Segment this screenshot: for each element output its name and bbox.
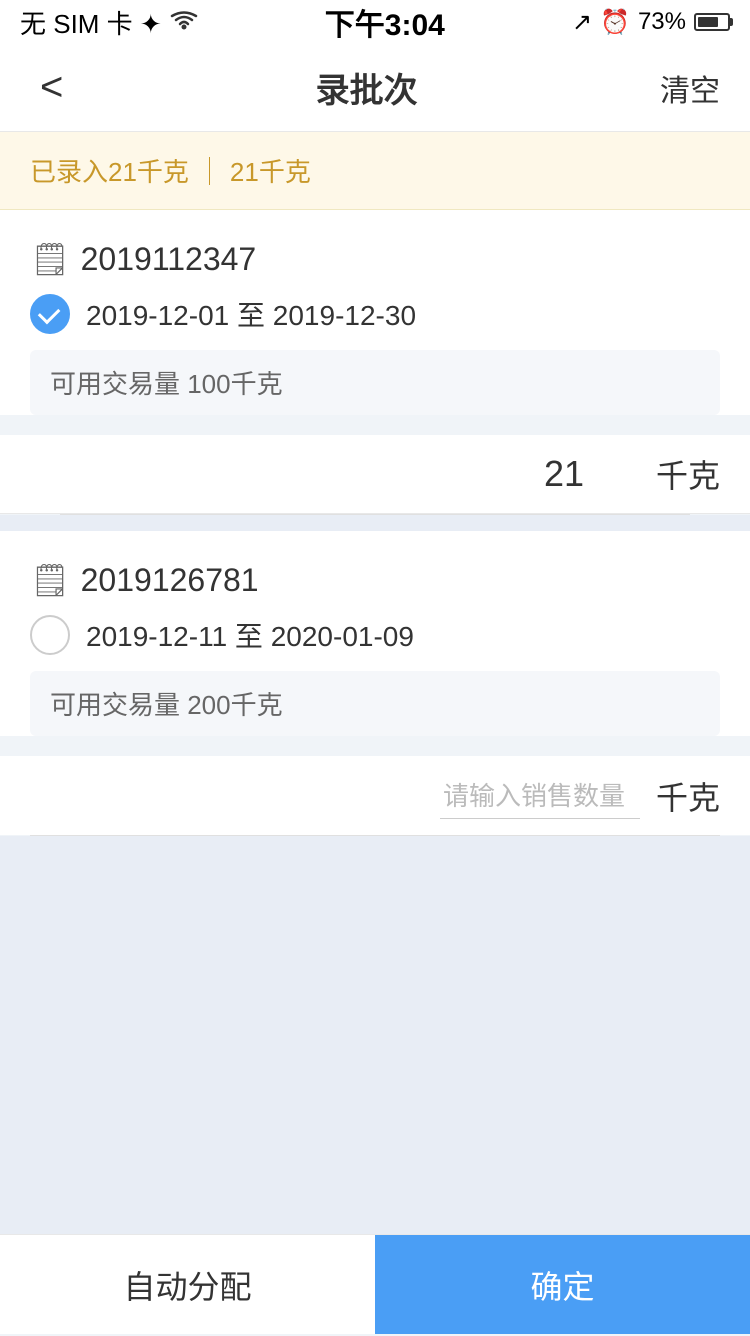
batch-1-date: 2019-12-01 至 2019-12-30 [86, 294, 416, 334]
batch-1-unit: 千克 [656, 451, 720, 497]
batch-2-header: 🗒 2019126781 [30, 561, 720, 599]
batch-1-quantity-row: 21 千克 [0, 435, 750, 514]
empty-area [0, 836, 750, 1236]
section-divider [0, 515, 750, 531]
battery-text: 73% [638, 8, 686, 36]
batch-2-radio[interactable] [30, 615, 70, 655]
batch-item-2: 🗒 2019126781 2019-12-11 至 2020-01-09 可用交… [0, 531, 750, 736]
doc-icon-2: 🗒 [30, 561, 71, 599]
batch-2-unit: 千克 [656, 773, 720, 819]
alarm-icon: ⏰ [600, 8, 630, 37]
batch-1-quantity-value: 21 [544, 453, 584, 495]
batch-2-available: 可用交易量 200千克 [30, 671, 720, 736]
page-title: 录批次 [316, 63, 418, 112]
batch-1-id: 2019112347 [81, 241, 257, 278]
summary-divider [209, 157, 210, 185]
batch-2-date-row: 2019-12-11 至 2020-01-09 [30, 615, 720, 655]
status-time: 下午3:04 [325, 0, 445, 44]
batch-1-radio[interactable] [30, 294, 70, 334]
status-bar: 无 SIM 卡 ✦ 下午3:04 ↗ ⏰ 73% [0, 0, 750, 44]
back-button[interactable]: < [30, 55, 73, 120]
batch-2-quantity-input[interactable] [440, 772, 640, 819]
auto-distribute-button[interactable]: 自动分配 [0, 1235, 375, 1334]
bottom-bar: 自动分配 确定 [0, 1234, 750, 1334]
battery-icon [694, 13, 730, 31]
batch-item-1: 🗒 2019112347 2019-12-01 至 2019-12-30 可用交… [0, 210, 750, 415]
summary-bar: 已录入21千克 21千克 [0, 132, 750, 210]
location-icon: ↗ [572, 8, 592, 37]
doc-icon-1: 🗒 [30, 240, 71, 278]
summary-value: 21千克 [230, 152, 311, 189]
no-sim-text: 无 SIM 卡 ✦ [20, 4, 162, 41]
batch-1-date-row: 2019-12-01 至 2019-12-30 [30, 294, 720, 334]
clear-button[interactable]: 清空 [660, 66, 720, 110]
batch-2-date: 2019-12-11 至 2020-01-09 [86, 615, 414, 655]
wifi-icon [170, 7, 198, 38]
status-left: 无 SIM 卡 ✦ [20, 4, 198, 41]
summary-label: 已录入21千克 [30, 152, 189, 189]
batch-1-available: 可用交易量 100千克 [30, 350, 720, 415]
confirm-button[interactable]: 确定 [375, 1235, 750, 1334]
batch-2-id: 2019126781 [81, 562, 259, 599]
nav-bar: < 录批次 清空 [0, 44, 750, 132]
status-right: ↗ ⏰ 73% [572, 8, 730, 37]
batch-2-quantity-row: 千克 [0, 756, 750, 835]
batch-1-header: 🗒 2019112347 [30, 240, 720, 278]
